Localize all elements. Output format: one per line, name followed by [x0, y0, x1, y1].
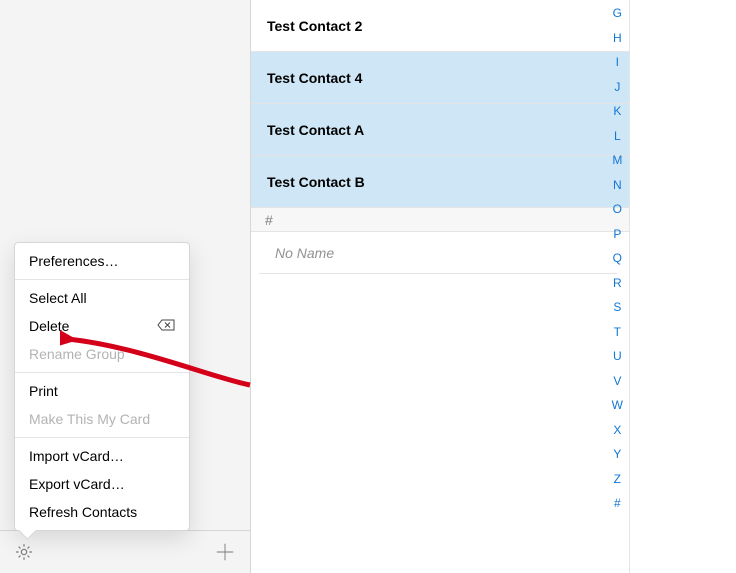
menu-print-label: Print [29, 383, 58, 399]
section-separator: # [251, 208, 629, 232]
gear-icon[interactable] [14, 542, 34, 562]
app-root: Preferences… Select All Delete Rename Gr… [0, 0, 736, 573]
index-letter[interactable]: L [612, 129, 623, 143]
index-letter[interactable]: U [612, 349, 623, 363]
index-letter[interactable]: I [612, 55, 623, 69]
menu-import-vcard[interactable]: Import vCard… [15, 442, 189, 470]
no-name-label: No Name [275, 245, 334, 261]
contact-row[interactable]: Test Contact 4 [251, 52, 629, 104]
plus-icon[interactable] [214, 541, 236, 563]
contact-row[interactable]: Test Contact 2 [251, 0, 629, 52]
index-letter[interactable]: # [612, 496, 623, 510]
index-letter[interactable]: Y [612, 447, 623, 461]
menu-select-all-label: Select All [29, 290, 87, 306]
menu-export-vcard[interactable]: Export vCard… [15, 470, 189, 498]
sidebar-toolbar [0, 530, 250, 573]
menu-import-vcard-label: Import vCard… [29, 448, 124, 464]
index-letter[interactable]: P [612, 227, 623, 241]
index-letter[interactable]: Z [612, 472, 623, 486]
menu-separator [15, 437, 189, 438]
menu-refresh-contacts-label: Refresh Contacts [29, 504, 137, 520]
no-name-row[interactable]: No Name [259, 232, 617, 274]
menu-preferences-label: Preferences… [29, 253, 118, 269]
section-separator-label: # [265, 212, 273, 228]
index-letter[interactable]: J [612, 80, 623, 94]
index-letter[interactable]: Q [612, 251, 623, 265]
menu-refresh-contacts[interactable]: Refresh Contacts [15, 498, 189, 526]
contact-row[interactable]: Test Contact B [251, 156, 629, 208]
menu-preferences[interactable]: Preferences… [15, 247, 189, 275]
index-letter[interactable]: O [612, 202, 623, 216]
menu-select-all[interactable]: Select All [15, 284, 189, 312]
sidebar: Preferences… Select All Delete Rename Gr… [0, 0, 251, 573]
delete-key-icon [157, 318, 175, 334]
menu-separator [15, 279, 189, 280]
index-letter[interactable]: G [612, 6, 623, 20]
index-letter[interactable]: M [612, 153, 623, 167]
index-letter[interactable]: S [612, 300, 623, 314]
index-letter[interactable]: H [612, 31, 623, 45]
index-letter[interactable]: V [612, 374, 623, 388]
menu-make-my-card: Make This My Card [15, 405, 189, 433]
menu-delete-label: Delete [29, 318, 69, 334]
menu-delete[interactable]: Delete [15, 312, 189, 340]
index-letter[interactable]: T [612, 325, 623, 339]
menu-rename-group: Rename Group [15, 340, 189, 368]
contact-name: Test Contact B [267, 174, 365, 190]
index-letter[interactable]: R [612, 276, 623, 290]
index-letter[interactable]: N [612, 178, 623, 192]
menu-rename-group-label: Rename Group [29, 346, 125, 362]
alphabet-index: GHIJKLMNOPQRSTUVWXYZ # [612, 6, 623, 510]
contact-list: Test Contact 2 Test Contact 4 Test Contact… [251, 0, 630, 573]
menu-print[interactable]: Print [15, 377, 189, 405]
index-letter[interactable]: W [612, 398, 623, 412]
menu-separator [15, 372, 189, 373]
index-letter[interactable]: K [612, 104, 623, 118]
index-letter[interactable]: X [612, 423, 623, 437]
menu-make-my-card-label: Make This My Card [29, 411, 150, 427]
contact-name: Test Contact 2 [267, 18, 362, 34]
contact-row[interactable]: Test Contact A [251, 104, 629, 156]
contact-name: Test Contact A [267, 122, 364, 138]
settings-context-menu: Preferences… Select All Delete Rename Gr… [14, 242, 190, 531]
menu-export-vcard-label: Export vCard… [29, 476, 125, 492]
detail-pane [630, 0, 736, 573]
contact-name: Test Contact 4 [267, 70, 362, 86]
